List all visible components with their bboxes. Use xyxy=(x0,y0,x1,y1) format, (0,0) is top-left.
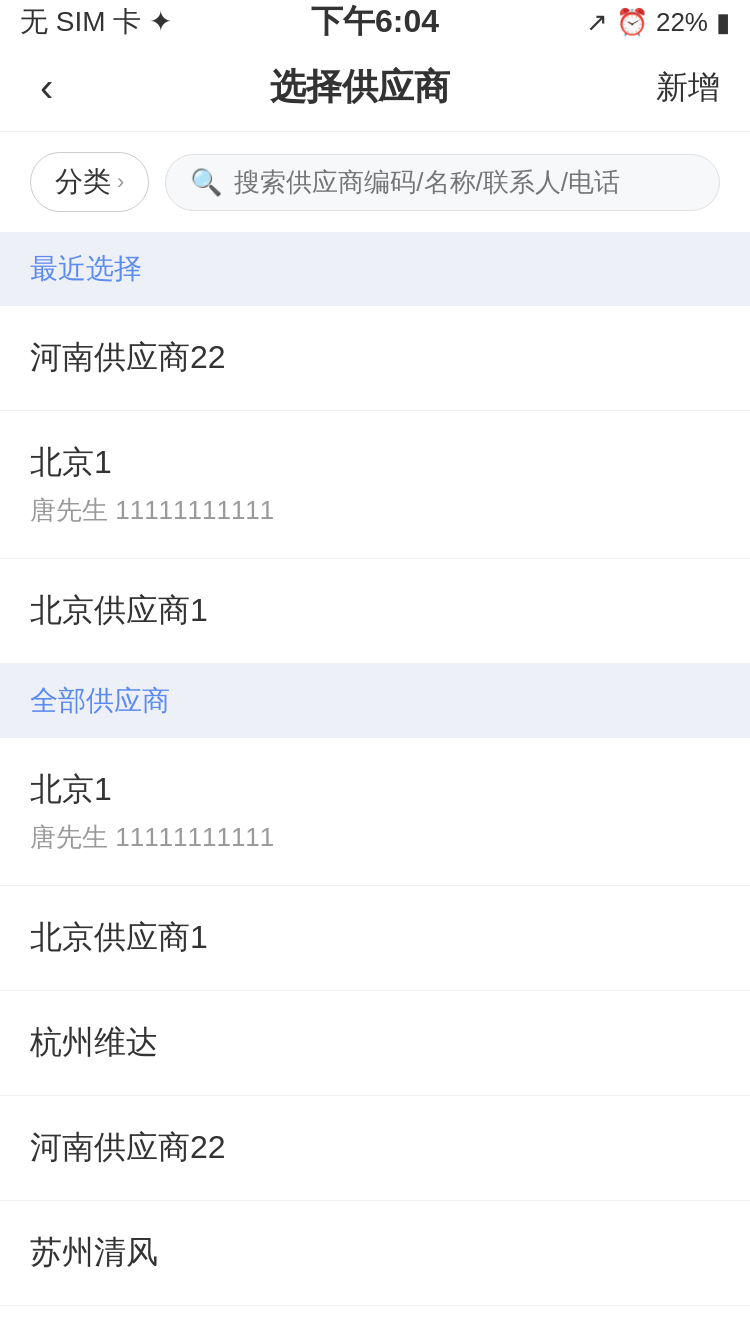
recent-section-header: 最近选择 xyxy=(0,232,750,306)
item-sub: 唐先生 11111111111 xyxy=(30,820,720,855)
item-name: 北京1 xyxy=(30,768,720,812)
search-input[interactable] xyxy=(234,167,695,198)
category-label: 分类 xyxy=(55,163,111,201)
list-item[interactable]: 河南供应商22 xyxy=(0,306,750,411)
item-name: 北京1 xyxy=(30,441,720,485)
list-item[interactable]: 杭州维达 xyxy=(0,991,750,1096)
list-item[interactable]: 北京1 唐先生 11111111111 xyxy=(0,738,750,886)
filter-bar: 分类 › 🔍 xyxy=(0,132,750,232)
search-icon: 🔍 xyxy=(190,167,222,198)
item-name: 北京供应商1 xyxy=(30,916,720,960)
alarm-icon: ⏰ xyxy=(616,7,648,38)
add-button[interactable]: 新增 xyxy=(656,66,720,110)
list-item[interactable]: 苏州清风 xyxy=(0,1201,750,1306)
item-sub: 唐先生 11111111111 xyxy=(30,493,720,528)
list-item[interactable]: 北京1 唐先生 11111111111 xyxy=(0,411,750,559)
recent-list: 河南供应商22 北京1 唐先生 11111111111 北京供应商1 xyxy=(0,306,750,664)
nav-bar: ‹ 选择供应商 新增 xyxy=(0,44,750,132)
item-name: 河南供应商22 xyxy=(30,1126,720,1170)
status-left: 无 SIM 卡 ✦ xyxy=(20,3,172,41)
status-time: 下午6:04 xyxy=(311,0,439,44)
battery-status: 22% xyxy=(656,7,708,38)
item-name: 河南供应商22 xyxy=(30,336,720,380)
back-button[interactable]: ‹ xyxy=(30,55,63,120)
chevron-right-icon: › xyxy=(117,169,124,195)
all-list: 北京1 唐先生 11111111111 北京供应商1 杭州维达河南供应商22 苏州清风 xyxy=(0,738,750,1306)
item-name: 杭州维达 xyxy=(30,1021,720,1065)
sim-status: 无 SIM 卡 ✦ xyxy=(20,3,172,41)
battery-icon: ▮ xyxy=(716,7,730,38)
list-item[interactable]: 北京供应商1 xyxy=(0,559,750,664)
item-name: 苏州清风 xyxy=(30,1231,720,1275)
search-box: 🔍 xyxy=(165,154,720,211)
location-icon: ↗ xyxy=(586,7,608,38)
page-title: 选择供应商 xyxy=(270,63,450,112)
status-bar: 无 SIM 卡 ✦ 下午6:04 ↗ ⏰ 22% ▮ xyxy=(0,0,750,44)
list-item[interactable]: 河南供应商22 xyxy=(0,1096,750,1201)
item-name: 北京供应商1 xyxy=(30,589,720,633)
status-right: ↗ ⏰ 22% ▮ xyxy=(586,7,730,38)
category-button[interactable]: 分类 › xyxy=(30,152,149,212)
all-section-header: 全部供应商 xyxy=(0,664,750,738)
list-item[interactable]: 北京供应商1 xyxy=(0,886,750,991)
